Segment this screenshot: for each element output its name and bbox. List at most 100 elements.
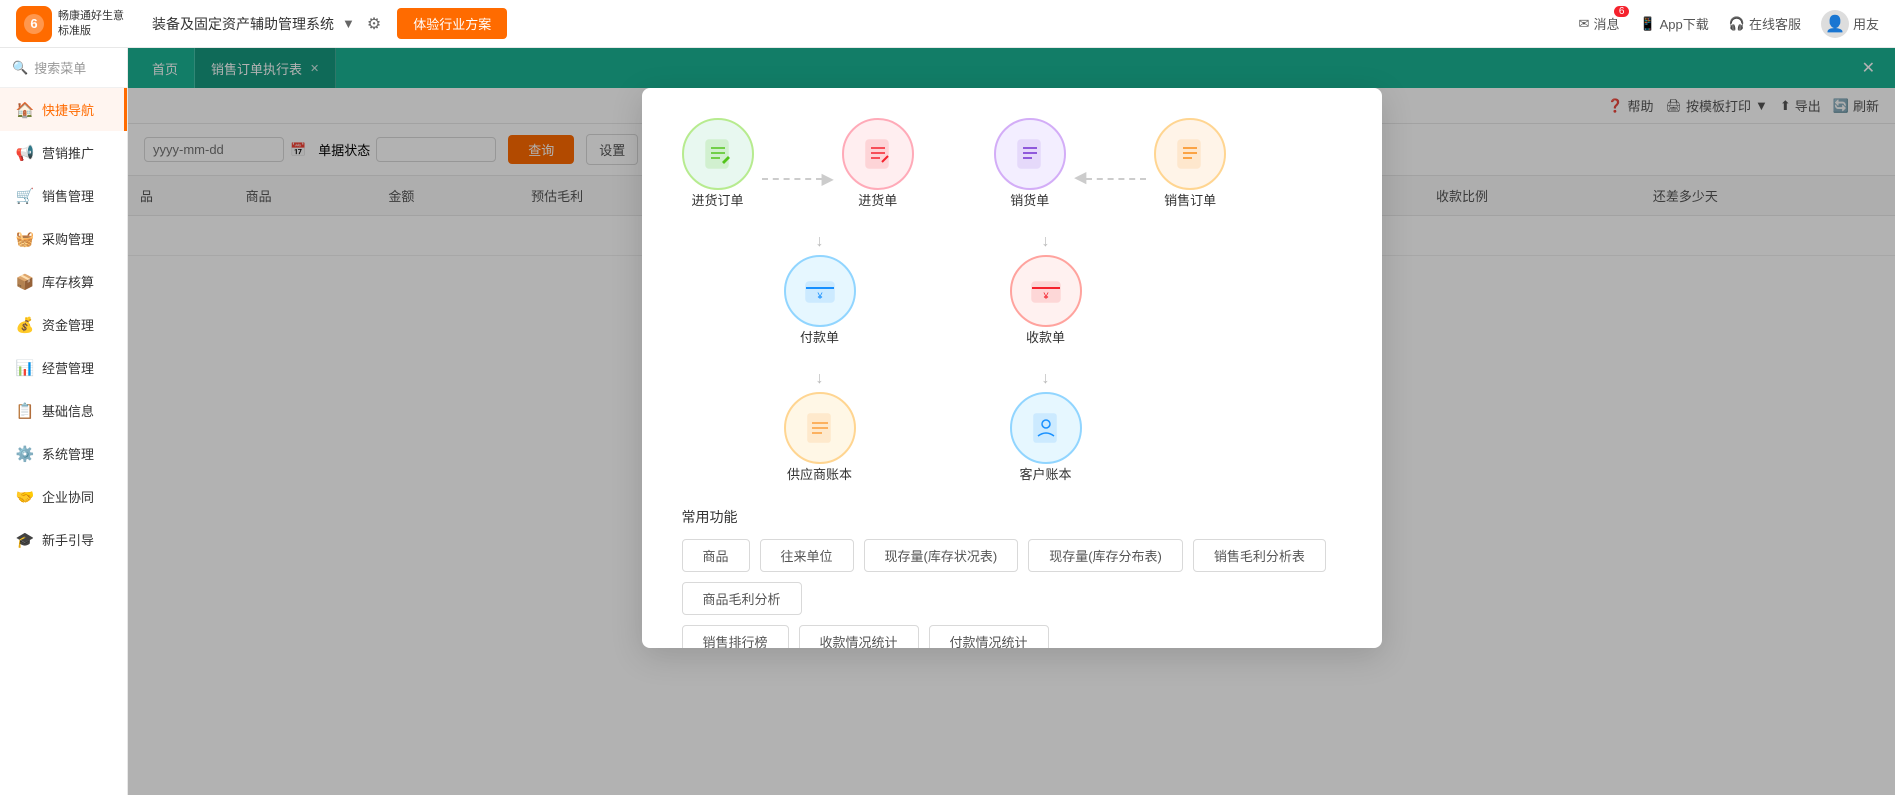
receipt-icon: ¥: [1010, 255, 1082, 327]
common-btn-counterpart[interactable]: 往来单位: [760, 539, 854, 572]
marketing-icon: 📢: [16, 144, 34, 162]
sidebar-label-marketing: 营销推广: [42, 143, 94, 162]
inventory-icon: 📦: [16, 273, 34, 291]
common-btn-product-gross-analysis[interactable]: 商品毛利分析: [682, 582, 802, 615]
sale-bill-node[interactable]: 销货单: [994, 118, 1066, 209]
modal: 进货订单 ▶: [642, 88, 1382, 648]
operation-icon: 📊: [16, 359, 34, 377]
system-name: 装备及固定资产辅助管理系统: [152, 14, 334, 34]
common-functions-title: 常用功能: [682, 507, 1342, 527]
sidebar-label-finance: 资金管理: [42, 315, 94, 334]
sidebar-item-basic-info[interactable]: 📋 基础信息: [0, 389, 127, 432]
common-btn-sales-ranking[interactable]: 销售排行榜: [682, 625, 789, 648]
settings-icon[interactable]: ⚙: [367, 14, 381, 34]
modal-overlay[interactable]: 进货订单 ▶: [128, 48, 1895, 795]
sidebar-label-cooperation: 企业协同: [42, 487, 94, 506]
sidebar-label-sales: 销售管理: [42, 186, 94, 205]
receipt-label: 收款单: [1026, 327, 1065, 346]
purchase-icon: 🧺: [16, 230, 34, 248]
sidebar-nav: 🏠 快捷导航 📢 营销推广 🛒 销售管理 🧺 采购管理 📦 库存核: [0, 88, 127, 795]
system-dropdown-btn[interactable]: ▼: [342, 16, 355, 31]
arrow-down-customer: ↓: [1042, 370, 1050, 388]
sale-order-node[interactable]: 销售订单: [1154, 118, 1226, 209]
sidebar-item-finance[interactable]: 💰 资金管理: [0, 303, 127, 346]
purchase-order-node[interactable]: 进货订单: [682, 118, 754, 209]
main-area: 🔍 搜索菜单 🏠 快捷导航 📢 营销推广 🛒 销售管理 🧺: [0, 48, 1895, 795]
sidebar-label-quick-nav: 快捷导航: [42, 100, 94, 119]
sidebar-item-sales[interactable]: 🛒 销售管理: [0, 174, 127, 217]
message-btn[interactable]: ✉ 消息 6: [1579, 14, 1620, 33]
arrow-sale-order-to-sale-bill: ▶: [1074, 169, 1146, 189]
common-functions-section: 常用功能 商品 往来单位 现存量(库存状况表) 现存量(库存分布表) 销售毛利分…: [682, 507, 1342, 648]
common-btn-payment-stats[interactable]: 付款情况统计: [929, 625, 1049, 648]
sidebar: 🔍 搜索菜单 🏠 快捷导航 📢 营销推广 🛒 销售管理 🧺: [0, 48, 128, 795]
sidebar-item-quick-nav[interactable]: 🏠 快捷导航: [0, 88, 127, 131]
content-area: 首页 销售订单执行表 ✕ ✕ ❓ 帮助 🖨 按模板打印 ▼: [128, 48, 1895, 795]
top-bar-left: 6 畅康通好生意 标准版 装备及固定资产辅助管理系统 ▼ ⚙ 体验行业方案: [16, 6, 507, 42]
sidebar-item-marketing[interactable]: 📢 营销推广: [0, 131, 127, 174]
scroll-right-icon[interactable]: ▶: [1364, 646, 1373, 648]
user-avatar: 👤: [1821, 10, 1849, 38]
modal-body: 进货订单 ▶: [642, 88, 1382, 648]
sidebar-label-inventory: 库存核算: [42, 272, 94, 291]
user-name: 用友: [1853, 14, 1879, 33]
flow-section: 进货订单 ▶: [682, 118, 1342, 483]
common-btn-stock-distribution[interactable]: 现存量(库存分布表): [1028, 539, 1183, 572]
search-menu-inner[interactable]: 🔍 搜索菜单: [12, 58, 115, 77]
customer-ledger-node[interactable]: ↓ 客户账本: [1010, 366, 1082, 483]
user-avatar-btn[interactable]: 👤 用友: [1821, 10, 1879, 38]
message-icon: ✉: [1579, 16, 1590, 32]
sale-order-label: 销售订单: [1164, 190, 1216, 209]
purchase-bill-icon: [842, 118, 914, 190]
scroll-left-icon[interactable]: ◀: [650, 646, 659, 648]
search-menu-label: 搜索菜单: [34, 58, 86, 77]
payment-label: 付款单: [800, 327, 839, 346]
system-icon: ⚙️: [16, 445, 34, 463]
system-title: 装备及固定资产辅助管理系统 ▼ ⚙ 体验行业方案: [152, 8, 507, 39]
sale-bill-label: 销货单: [1010, 190, 1049, 209]
receipt-node[interactable]: ↓ ¥ 收款单: [1010, 229, 1082, 346]
common-btn-product[interactable]: 商品: [682, 539, 750, 572]
cooperation-icon: 🤝: [16, 488, 34, 506]
arrow-purchase-order-to-purchase-bill: ▶: [762, 169, 834, 189]
sidebar-item-newbie[interactable]: 🎓 新手引导: [0, 518, 127, 561]
sale-bill-icon: [994, 118, 1066, 190]
app-download-btn[interactable]: 📱 App下载: [1639, 14, 1708, 33]
headset-icon: 🎧: [1729, 16, 1745, 32]
logo-area: 6 畅康通好生意 标准版: [16, 6, 144, 42]
payment-node[interactable]: ↓ ¥ 付款单: [784, 229, 856, 346]
sidebar-item-purchase[interactable]: 🧺 采购管理: [0, 217, 127, 260]
online-service-btn[interactable]: 🎧 在线客服: [1729, 14, 1801, 33]
purchase-bill-label: 进货单: [858, 190, 897, 209]
top-bar: 6 畅康通好生意 标准版 装备及固定资产辅助管理系统 ▼ ⚙ 体验行业方案 ✉ …: [0, 0, 1895, 48]
sidebar-item-cooperation[interactable]: 🤝 企业协同: [0, 475, 127, 518]
arrow-down-receipt: ↓: [1042, 233, 1050, 251]
basic-info-icon: 📋: [16, 402, 34, 420]
supplier-ledger-label: 供应商账本: [787, 464, 852, 483]
top-right: ✉ 消息 6 📱 App下载 🎧 在线客服 👤 用友: [1579, 10, 1879, 38]
customer-ledger-label: 客户账本: [1019, 464, 1071, 483]
common-btn-receipt-stats[interactable]: 收款情况统计: [799, 625, 919, 648]
arrow-down-payment: ↓: [816, 233, 824, 251]
sidebar-label-basic-info: 基础信息: [42, 401, 94, 420]
sidebar-label-operation: 经营管理: [42, 358, 94, 377]
phone-icon: 📱: [1639, 16, 1655, 32]
finance-icon: 💰: [16, 316, 34, 334]
logo-text: 畅康通好生意 标准版: [58, 9, 124, 38]
sale-order-icon: [1154, 118, 1226, 190]
arrow-down-supplier: ↓: [816, 370, 824, 388]
sales-icon: 🛒: [16, 187, 34, 205]
svg-text:6: 6: [30, 16, 37, 31]
sidebar-item-system[interactable]: ⚙️ 系统管理: [0, 432, 127, 475]
supplier-ledger-icon: [784, 392, 856, 464]
common-btn-stock-status[interactable]: 现存量(库存状况表): [864, 539, 1019, 572]
supplier-ledger-node[interactable]: ↓ 供应商账本: [784, 366, 856, 483]
svg-text:¥: ¥: [816, 291, 823, 301]
logo-icon: 6: [16, 6, 52, 42]
purchase-bill-node[interactable]: 进货单: [842, 118, 914, 209]
try-industry-button[interactable]: 体验行业方案: [397, 8, 507, 39]
common-btn-sales-gross-analysis[interactable]: 销售毛利分析表: [1193, 539, 1326, 572]
sidebar-item-inventory[interactable]: 📦 库存核算: [0, 260, 127, 303]
sidebar-search[interactable]: 🔍 搜索菜单: [0, 48, 127, 88]
sidebar-item-operation[interactable]: 📊 经营管理: [0, 346, 127, 389]
